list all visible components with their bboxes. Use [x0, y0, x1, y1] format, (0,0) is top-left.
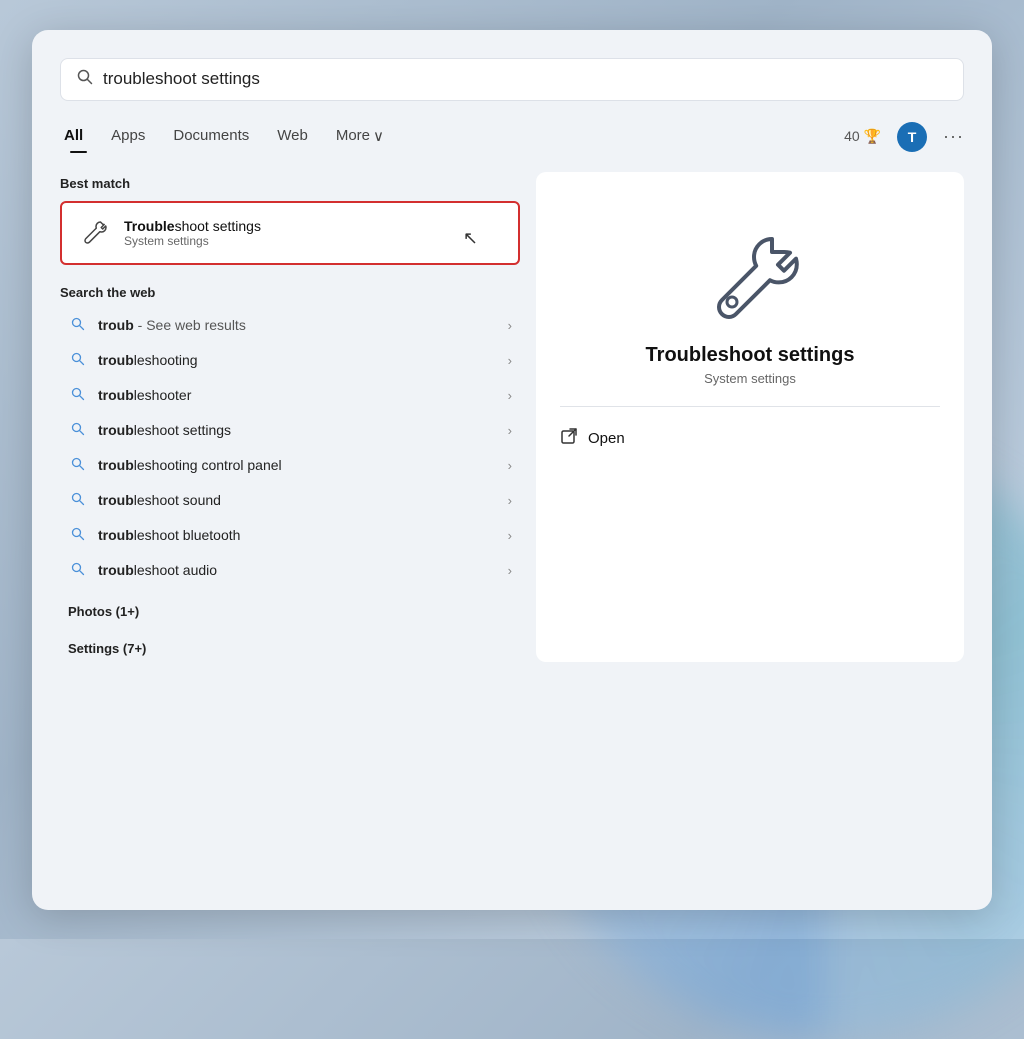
chevron-right-icon-3: › — [508, 423, 512, 438]
open-label: Open — [588, 430, 625, 447]
search-the-web-title: Search the web — [60, 285, 520, 300]
tab-more[interactable]: More ∨ — [322, 121, 398, 153]
best-match-text: Troubleshoot settings System settings — [124, 218, 261, 248]
web-search-item-7[interactable]: troubleshoot audio › — [60, 553, 520, 588]
score-badge: 40 🏆 — [844, 128, 881, 145]
best-match-item-title: Troubleshoot settings — [124, 218, 261, 234]
web-item-text-5: troubleshoot sound — [98, 492, 498, 508]
search-bar[interactable] — [60, 58, 964, 101]
search-icon — [77, 69, 93, 90]
avatar[interactable]: T — [897, 122, 927, 152]
search-icon-6 — [68, 527, 88, 544]
best-match-item[interactable]: Troubleshoot settings System settings ↖ — [60, 201, 520, 265]
photos-section-title[interactable]: Photos (1+) — [60, 598, 520, 625]
main-content: Best match Troubleshoot settings System … — [60, 172, 964, 662]
search-icon-3 — [68, 422, 88, 439]
tab-apps[interactable]: Apps — [97, 121, 159, 152]
chevron-right-icon-2: › — [508, 388, 512, 403]
search-icon-7 — [68, 562, 88, 579]
search-input[interactable] — [103, 69, 947, 89]
chevron-right-icon-5: › — [508, 493, 512, 508]
chevron-right-icon-1: › — [508, 353, 512, 368]
chevron-right-icon-4: › — [508, 458, 512, 473]
web-item-text-3: troubleshoot settings — [98, 422, 498, 438]
web-search-item-0[interactable]: troub - See web results › — [60, 308, 520, 343]
tab-documents[interactable]: Documents — [159, 121, 263, 152]
header-right: 40 🏆 T ··· — [844, 122, 964, 152]
chevron-right-icon-6: › — [508, 528, 512, 543]
search-icon-4 — [68, 457, 88, 474]
external-link-icon — [560, 427, 578, 450]
best-match-title: Best match — [60, 176, 520, 191]
web-search-item-3[interactable]: troubleshoot settings › — [60, 413, 520, 448]
tab-web[interactable]: Web — [263, 121, 322, 152]
right-panel-icon-area — [700, 224, 800, 324]
right-panel-title: Troubleshoot settings — [646, 344, 855, 367]
search-icon-1 — [68, 352, 88, 369]
web-search-item-4[interactable]: troubleshooting control panel › — [60, 448, 520, 483]
right-panel: Troubleshoot settings System settings Op… — [536, 172, 964, 662]
settings-section-title[interactable]: Settings (7+) — [60, 635, 520, 662]
chevron-right-icon-0: › — [508, 318, 512, 333]
web-item-text-0: troub - See web results — [98, 317, 498, 333]
web-search-item-2[interactable]: troubleshooter › — [60, 378, 520, 413]
right-panel-divider — [560, 406, 940, 407]
right-panel-subtitle: System settings — [704, 371, 796, 386]
web-search-item-1[interactable]: troubleshooting › — [60, 343, 520, 378]
web-item-text-7: troubleshoot audio — [98, 562, 498, 578]
tabs-row: All Apps Documents Web More ∨ 40 🏆 T ··· — [60, 121, 964, 154]
search-window: All Apps Documents Web More ∨ 40 🏆 T ···… — [32, 30, 992, 910]
open-button[interactable]: Open — [560, 423, 625, 454]
web-item-text-2: troubleshooter — [98, 387, 498, 403]
chevron-right-icon-7: › — [508, 563, 512, 578]
web-item-text-4: troubleshooting control panel — [98, 457, 498, 473]
cursor-icon: ↖ — [463, 228, 478, 249]
chevron-down-icon: ∨ — [373, 127, 384, 145]
search-icon-2 — [68, 387, 88, 404]
tab-all[interactable]: All — [60, 121, 97, 152]
wrench-large-icon — [700, 224, 800, 324]
web-search-item-5[interactable]: troubleshoot sound › — [60, 483, 520, 518]
web-item-text-1: troubleshooting — [98, 352, 498, 368]
wrench-icon — [76, 215, 112, 251]
more-options-icon[interactable]: ··· — [943, 126, 964, 147]
left-panel: Best match Troubleshoot settings System … — [60, 172, 520, 662]
search-icon-5 — [68, 492, 88, 509]
best-match-item-subtitle: System settings — [124, 234, 261, 248]
search-icon-0 — [68, 317, 88, 334]
web-item-text-6: troubleshoot bluetooth — [98, 527, 498, 543]
web-search-item-6[interactable]: troubleshoot bluetooth › — [60, 518, 520, 553]
